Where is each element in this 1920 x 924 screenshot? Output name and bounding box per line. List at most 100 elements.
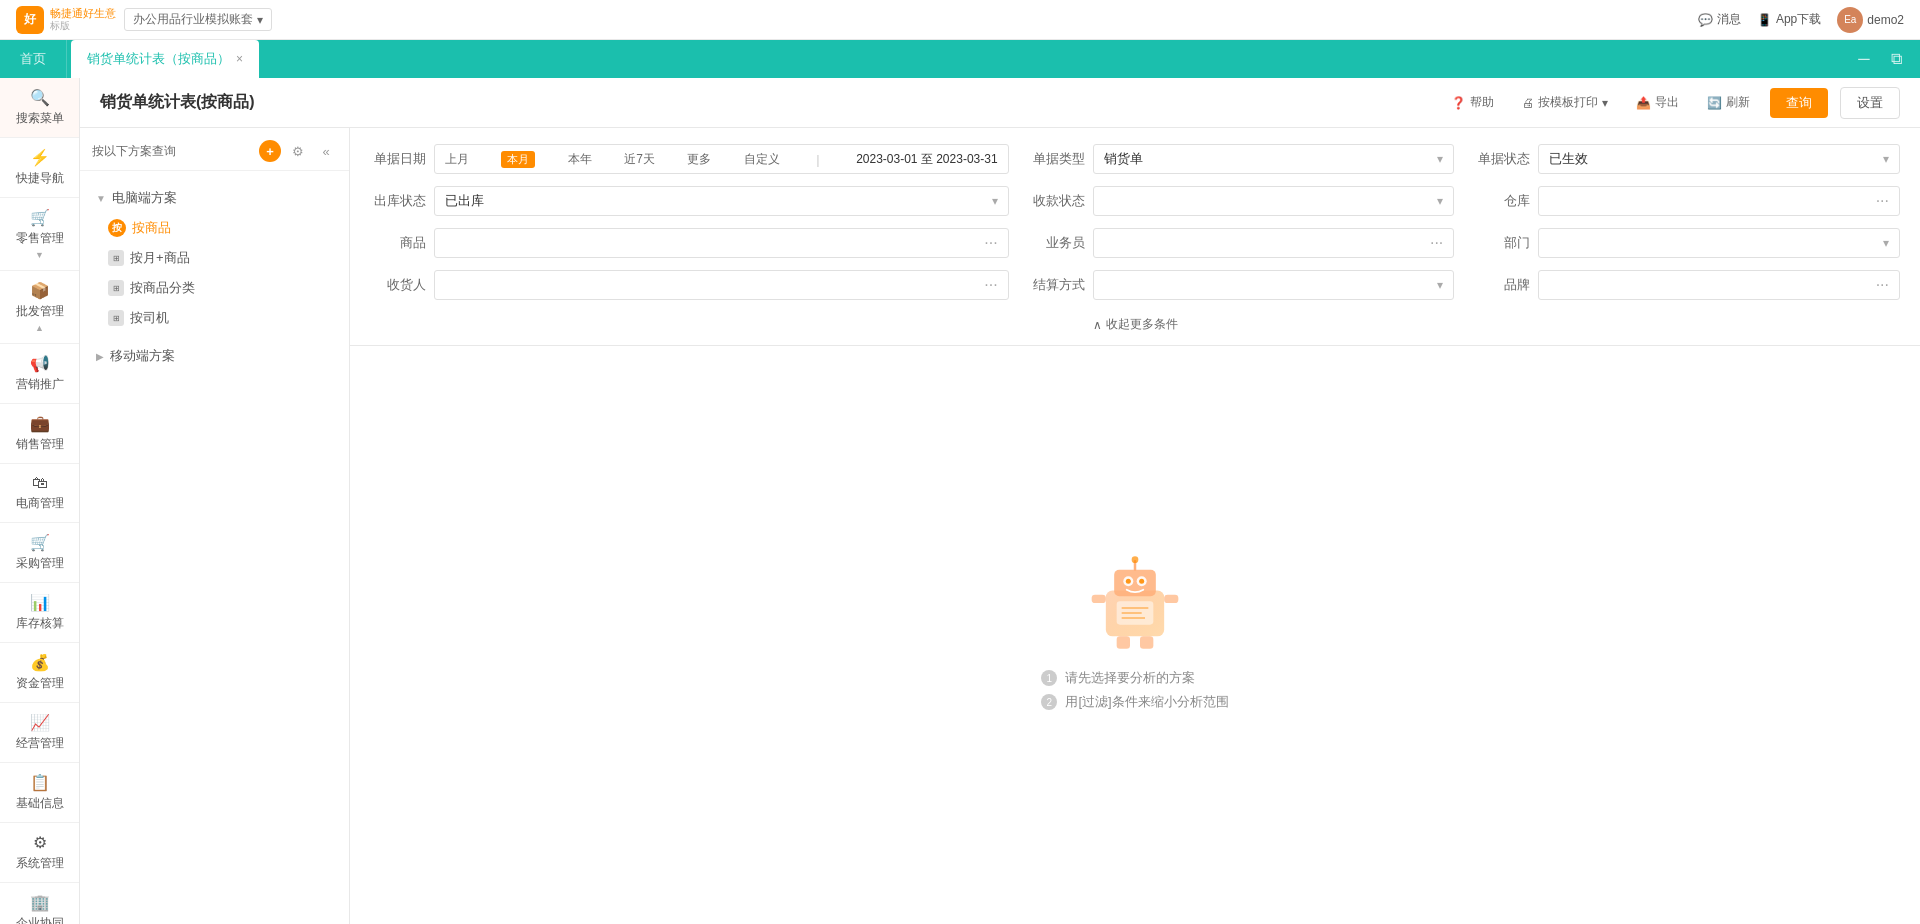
filter-row-3: 商品 ··· 业务员 ···	[370, 228, 1900, 258]
filter-row-2: 出库状态 已出库 ▾ 收款状态 ▾	[370, 186, 1900, 216]
sidebar-item-marketing[interactable]: 📢 营销推广	[0, 344, 79, 404]
empty-step-2: 2 用[过滤]条件来缩小分析范围	[1041, 693, 1228, 711]
tab-close-button[interactable]: ×	[236, 53, 243, 65]
tab-minimize-button[interactable]: ─	[1852, 47, 1876, 71]
out-status-dropdown-icon: ▾	[992, 194, 998, 208]
empty-illustration: 1 请先选择要分析的方案 2 用[过滤]条件来缩小分析范围	[1041, 553, 1228, 717]
panel-header: 按以下方案查询 + ⚙ «	[80, 140, 349, 171]
goods-dots-icon: ···	[984, 234, 997, 252]
body-area: 按以下方案查询 + ⚙ « ▼ 电脑端方案 按 按商品	[80, 128, 1920, 924]
tab-maximize-button[interactable]: ⧉	[1884, 47, 1908, 71]
receipt-status-control[interactable]: ▾	[1093, 186, 1455, 216]
date-7days[interactable]: 近7天	[624, 151, 655, 168]
export-button[interactable]: 📤 导出	[1628, 90, 1687, 115]
salesperson-control[interactable]: ···	[1093, 228, 1455, 258]
scheme-item-by-goods[interactable]: 按 按商品	[80, 213, 349, 243]
sidebar-item-ecommerce[interactable]: 🛍 电商管理	[0, 464, 79, 523]
empty-robot-icon	[1085, 553, 1185, 653]
salesperson-dots-icon: ···	[1430, 234, 1443, 252]
user-menu[interactable]: Ea demo2	[1837, 7, 1904, 33]
collapse-filters-button[interactable]: ∧ 收起更多条件	[370, 312, 1900, 337]
app-download-button[interactable]: 📱 App下载	[1757, 11, 1821, 28]
filter-brand: 品牌 ···	[1474, 270, 1900, 300]
inventory-icon: 📊	[30, 593, 50, 612]
workspace-selector[interactable]: 办公用品行业模拟账套 ▾	[124, 8, 272, 31]
sidebar-item-quicknav[interactable]: ⚡ 快捷导航	[0, 138, 79, 198]
tab-home[interactable]: 首页	[0, 40, 67, 78]
chevron-up-icon: ∧	[1093, 318, 1102, 332]
scheme-grid-icon: ⊞	[108, 250, 124, 266]
svg-point-7	[1132, 556, 1139, 563]
panel-icons: + ⚙ «	[259, 140, 337, 162]
sidebar-item-inventory[interactable]: 📊 库存核算	[0, 583, 79, 643]
date-prev-month[interactable]: 上月	[445, 151, 469, 168]
refresh-button[interactable]: 🔄 刷新	[1699, 90, 1758, 115]
top-bar: 好 畅捷通好生意 标版 办公用品行业模拟账套 ▾ 💬 消息 📱 App下载 Ea…	[0, 0, 1920, 40]
scheme-active-icon: 按	[108, 219, 126, 237]
settings-button[interactable]: 设置	[1840, 87, 1900, 119]
sidebar-item-sales[interactable]: 💼 销售管理	[0, 404, 79, 464]
sidebar-item-basic[interactable]: 📋 基础信息	[0, 763, 79, 823]
step-2-num: 2	[1041, 694, 1057, 710]
warehouse-control[interactable]: ···	[1538, 186, 1900, 216]
query-button[interactable]: 查询	[1770, 88, 1828, 118]
page-header-actions: ❓ 帮助 🖨 按模板打印 ▾ 📤 导出 🔄 刷新 查询 设置	[1443, 87, 1900, 119]
settlement-dropdown-icon: ▾	[1437, 278, 1443, 292]
sidebar-item-search[interactable]: 🔍 搜索菜单	[0, 78, 79, 138]
sidebar-item-system[interactable]: ⚙ 系统管理	[0, 823, 79, 883]
finance-icon: 💰	[30, 653, 50, 672]
date-this-year[interactable]: 本年	[568, 151, 592, 168]
print-icon: 🖨	[1522, 96, 1534, 110]
receipt-status-dropdown-icon: ▾	[1437, 194, 1443, 208]
sidebar-item-retail[interactable]: 🛒 零售管理 ▼	[0, 198, 79, 271]
scheme-group-mobile-header[interactable]: ▶ 移动端方案	[80, 341, 349, 371]
collapse-panel-button[interactable]: «	[315, 140, 337, 162]
department-dropdown-icon: ▾	[1883, 236, 1889, 250]
department-control[interactable]: ▾	[1538, 228, 1900, 258]
date-range-control[interactable]: 上月 本月 本年 近7天 更多 自定义 | 2023-03-01 至 2023-…	[434, 144, 1009, 174]
sidebar-item-enterprise[interactable]: 🏢 企业协同	[0, 883, 79, 924]
brand-control[interactable]: ···	[1538, 270, 1900, 300]
svg-rect-11	[1164, 595, 1178, 603]
date-current-month-tag[interactable]: 本月	[501, 151, 535, 168]
top-bar-right: 💬 消息 📱 App下载 Ea demo2	[1698, 7, 1904, 33]
export-icon: 📤	[1636, 96, 1651, 110]
scheme-item-by-category[interactable]: ⊞ 按商品分类	[80, 273, 349, 303]
receiver-control[interactable]: ···	[434, 270, 1009, 300]
doc-type-control[interactable]: 销货单 ▾	[1093, 144, 1455, 174]
wholesale-expand-icon: ▲	[35, 323, 44, 333]
sidebar-item-purchase[interactable]: 🛒 采购管理	[0, 523, 79, 583]
help-button[interactable]: ❓ 帮助	[1443, 90, 1502, 115]
settings-scheme-button[interactable]: ⚙	[287, 140, 309, 162]
help-icon: ❓	[1451, 96, 1466, 110]
sidebar-item-wholesale[interactable]: 📦 批发管理 ▲	[0, 271, 79, 344]
print-dropdown-icon: ▾	[1602, 96, 1608, 110]
add-scheme-button[interactable]: +	[259, 140, 281, 162]
sidebar-item-operations[interactable]: 📈 经营管理	[0, 703, 79, 763]
message-button[interactable]: 💬 消息	[1698, 11, 1741, 28]
filter-out-status: 出库状态 已出库 ▾	[370, 186, 1009, 216]
date-more[interactable]: 更多	[687, 151, 711, 168]
settlement-control[interactable]: ▾	[1093, 270, 1455, 300]
sidebar-item-finance[interactable]: 💰 资金管理	[0, 643, 79, 703]
logo-icon: 好	[16, 6, 44, 34]
chevron-down-icon: ▼	[96, 193, 106, 204]
goods-control[interactable]: ···	[434, 228, 1009, 258]
content-area: 销货单统计表(按商品) ❓ 帮助 🖨 按模板打印 ▾ 📤 导出 🔄 刷新	[80, 78, 1920, 924]
print-button[interactable]: 🖨 按模板打印 ▾	[1514, 90, 1616, 115]
date-custom[interactable]: 自定义	[744, 151, 780, 168]
tab-bar-actions: ─ ⧉	[1852, 47, 1920, 71]
message-icon: 💬	[1698, 13, 1713, 27]
purchase-icon: 🛒	[30, 533, 50, 552]
doc-status-control[interactable]: 已生效 ▾	[1538, 144, 1900, 174]
tab-active[interactable]: 销货单统计表（按商品） ×	[71, 40, 259, 78]
scheme-item-by-month-goods[interactable]: ⊞ 按月+商品	[80, 243, 349, 273]
scheme-item-by-driver[interactable]: ⊞ 按司机	[80, 303, 349, 333]
scheme-group-pc-header[interactable]: ▼ 电脑端方案	[80, 183, 349, 213]
query-empty-area: 1 请先选择要分析的方案 2 用[过滤]条件来缩小分析范围	[350, 346, 1920, 924]
tab-bar: 首页 销货单统计表（按商品） × ─ ⧉	[0, 40, 1920, 78]
doc-type-dropdown-icon: ▾	[1437, 152, 1443, 166]
out-status-control[interactable]: 已出库 ▾	[434, 186, 1009, 216]
filter-receiver: 收货人 ···	[370, 270, 1009, 300]
system-icon: ⚙	[33, 833, 47, 852]
